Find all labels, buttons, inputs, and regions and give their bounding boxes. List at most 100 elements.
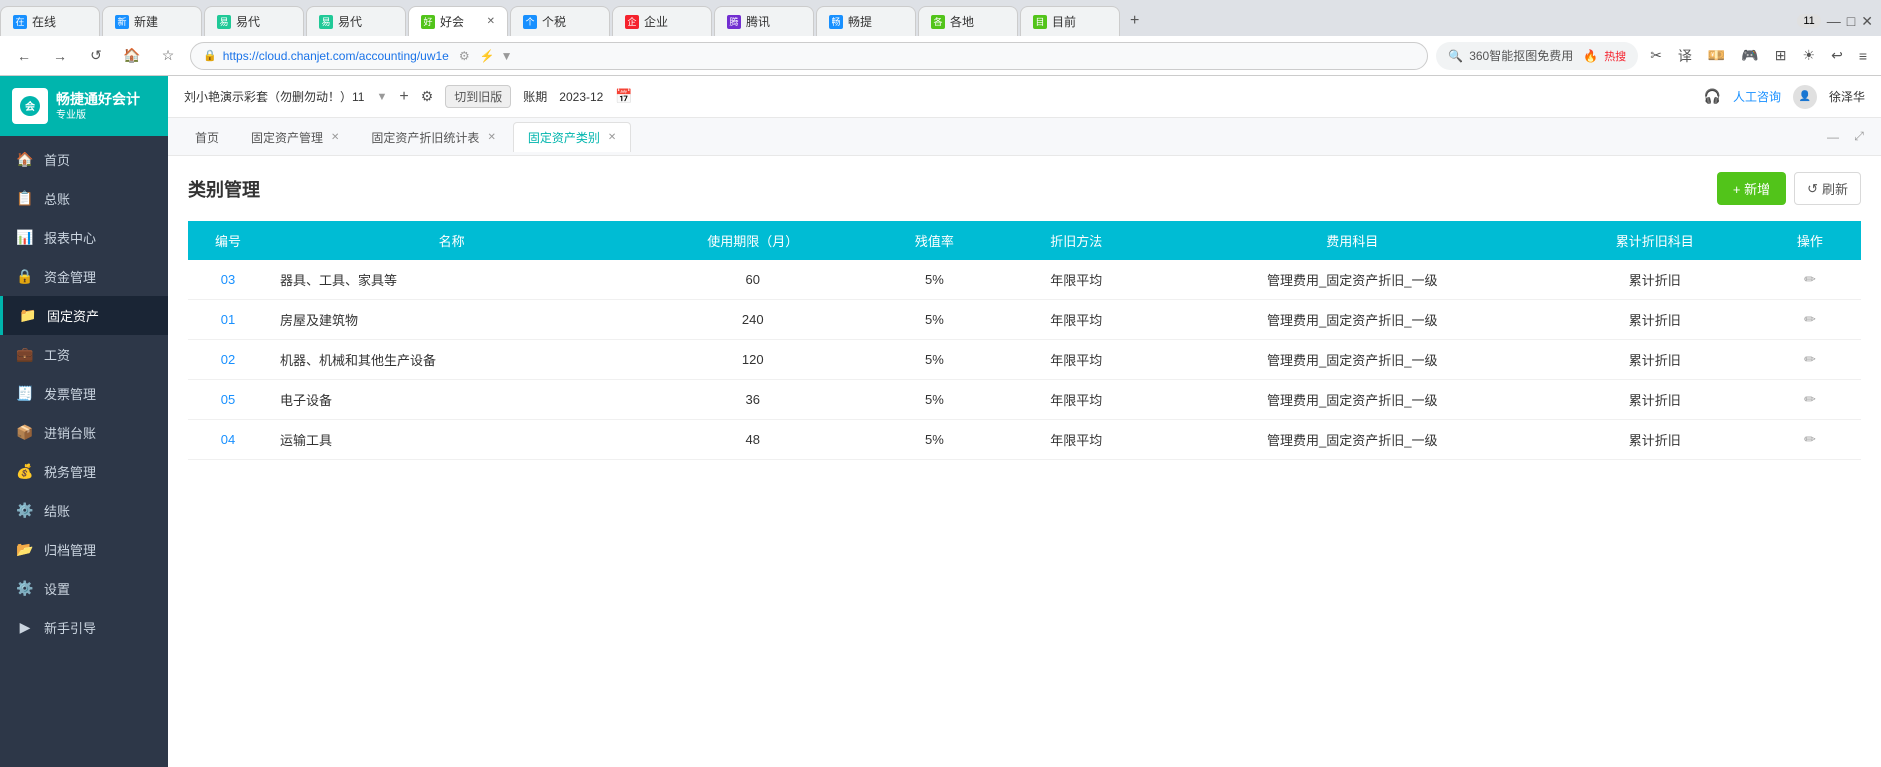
edit-icon-3[interactable]: ✏: [1804, 391, 1816, 407]
tab-favicon-11: 目: [1033, 15, 1047, 29]
window-close[interactable]: ✕: [1861, 13, 1873, 30]
tab-label-9: 畅提: [848, 13, 872, 30]
sidebar-item-fund[interactable]: 🔒 资金管理: [0, 257, 168, 296]
cell-name-3: 电子设备: [268, 380, 635, 420]
add-button[interactable]: + 新增: [1717, 172, 1786, 205]
edit-icon-2[interactable]: ✏: [1804, 351, 1816, 367]
cell-period-3: 36: [635, 380, 870, 420]
tab-favicon-4: 易: [319, 15, 333, 29]
window-maximize[interactable]: □: [1847, 13, 1855, 29]
new-tab-button[interactable]: +: [1122, 12, 1147, 30]
sidebar-item-report[interactable]: 📊 报表中心: [0, 218, 168, 257]
browser-tab-10[interactable]: 各 各地: [918, 6, 1018, 36]
tab-fixed-mgmt-label: 固定资产管理: [251, 129, 323, 146]
browser-tab-1[interactable]: 在 在线: [0, 6, 100, 36]
browser-tab-6[interactable]: 个 个税: [510, 6, 610, 36]
forward-button[interactable]: →: [46, 42, 74, 70]
edit-icon-0[interactable]: ✏: [1804, 271, 1816, 287]
service-label[interactable]: 人工咨询: [1733, 88, 1781, 105]
sidebar-item-inventory[interactable]: 📦 进销台账: [0, 413, 168, 452]
cell-accum-3: 累计折旧: [1551, 380, 1759, 420]
browser-tab-9[interactable]: 畅 畅提: [816, 6, 916, 36]
home-icon: 🏠: [16, 151, 34, 169]
undo-icon[interactable]: ↩: [1827, 45, 1847, 66]
sidebar: 会 畅捷通好会计 专业版 🏠 首页 📋 总账 📊 报表中心 🔒 资金管理: [0, 76, 168, 767]
minimize-icon[interactable]: —: [1823, 127, 1843, 147]
grid-icon[interactable]: ⊞: [1771, 45, 1791, 66]
calendar-icon[interactable]: 📅: [615, 88, 632, 105]
add-account-icon[interactable]: +: [399, 88, 408, 106]
tab-fixed-mgmt-close[interactable]: ✕: [331, 132, 339, 143]
tab-fixed-stat[interactable]: 固定资产折旧统计表 ✕: [356, 122, 510, 152]
tab-fixed-cat[interactable]: 固定资产类别 ✕: [513, 122, 631, 152]
refresh-button[interactable]: ↺ 刷新: [1794, 172, 1861, 205]
tab-fixed-mgmt[interactable]: 固定资产管理 ✕: [236, 122, 354, 152]
browser-tab-8[interactable]: 腾 腾讯: [714, 6, 814, 36]
browser-tab-11[interactable]: 目 目前: [1020, 6, 1120, 36]
brightness-icon[interactable]: ☀: [1799, 45, 1820, 66]
sidebar-label-ledger: 总账: [44, 189, 70, 208]
dropdown-icon[interactable]: ▼: [376, 91, 387, 103]
tax-icon: 💰: [16, 463, 34, 481]
cell-rate-3: 5%: [870, 380, 999, 420]
expand-icon[interactable]: ⤢: [1849, 127, 1869, 147]
game-icon[interactable]: 🎮: [1737, 45, 1762, 66]
sidebar-label-report: 报表中心: [44, 228, 96, 247]
settings-gear-icon[interactable]: ⚙: [421, 88, 434, 105]
bookmark-button[interactable]: ☆: [154, 42, 182, 70]
browser-tab-2[interactable]: 新 新建: [102, 6, 202, 36]
tab-favicon-9: 畅: [829, 15, 843, 29]
cell-name-4: 运输工具: [268, 420, 635, 460]
menu-icon[interactable]: ≡: [1855, 46, 1871, 66]
headset-icon: 🎧: [1704, 88, 1721, 105]
browser-tab-5[interactable]: 好 好会 ✕: [408, 6, 508, 36]
wallet-icon[interactable]: 💴: [1704, 45, 1729, 66]
sidebar-item-guide[interactable]: ▶ 新手引导: [0, 608, 168, 647]
cut-icon[interactable]: ✂: [1646, 45, 1666, 66]
tab-close-5[interactable]: ✕: [481, 16, 495, 27]
cell-code-3: 05: [188, 380, 268, 420]
cell-accum-4: 累计折旧: [1551, 420, 1759, 460]
reload-button[interactable]: ↺: [82, 42, 110, 70]
home-button[interactable]: 🏠: [118, 42, 146, 70]
sidebar-label-archive: 归档管理: [44, 540, 96, 559]
tab-fixed-cat-close[interactable]: ✕: [608, 132, 616, 143]
sidebar-item-closing[interactable]: ⚙️ 结账: [0, 491, 168, 530]
tab-home[interactable]: 首页: [180, 122, 234, 152]
search-bar[interactable]: 🔍 360智能抠图免费用 🔥 热搜: [1436, 42, 1638, 70]
sidebar-item-fixed-assets[interactable]: 📁 固定资产: [0, 296, 168, 335]
sidebar-item-tax[interactable]: 💰 税务管理: [0, 452, 168, 491]
tab-home-label: 首页: [195, 129, 219, 146]
window-minimize[interactable]: —: [1827, 13, 1841, 29]
tab-fixed-stat-label: 固定资产折旧统计表: [371, 129, 479, 146]
sidebar-item-settings[interactable]: ⚙️ 设置: [0, 569, 168, 608]
address-bar[interactable]: 🔒 https://cloud.chanjet.com/accounting/u…: [190, 42, 1428, 70]
browser-tabs: 在 在线 新 新建 易 易代 易 易代 好 好会 ✕ 个 个税 企 企业 腾: [0, 0, 1881, 36]
cell-code-4: 04: [188, 420, 268, 460]
cell-method-0: 年限平均: [999, 260, 1154, 300]
switch-version-button[interactable]: 切到旧版: [445, 85, 511, 108]
tab-favicon-6: 个: [523, 15, 537, 29]
tab-fixed-stat-close[interactable]: ✕: [487, 132, 495, 143]
col-code: 编号: [188, 221, 268, 260]
cell-expense-4: 管理费用_固定资产折旧_一级: [1154, 420, 1551, 460]
sidebar-item-ledger[interactable]: 📋 总账: [0, 179, 168, 218]
browser-tab-7[interactable]: 企 企业: [612, 6, 712, 36]
edit-icon-1[interactable]: ✏: [1804, 311, 1816, 327]
sidebar-item-invoice[interactable]: 🧾 发票管理: [0, 374, 168, 413]
header-user: 刘小艳演示彩套（勿删勿动！）11: [184, 88, 364, 105]
period-value: 2023-12: [559, 90, 603, 104]
back-button[interactable]: ←: [10, 42, 38, 70]
browser-tab-3[interactable]: 易 易代: [204, 6, 304, 36]
sidebar-label-closing: 结账: [44, 501, 70, 520]
table-row: 04 运输工具 48 5% 年限平均 管理费用_固定资产折旧_一级 累计折旧 ✏: [188, 420, 1861, 460]
table-header: 编号 名称 使用期限（月） 残值率 折旧方法 费用科目 累计折旧科目 操作: [188, 221, 1861, 260]
sidebar-item-salary[interactable]: 💼 工资: [0, 335, 168, 374]
sidebar-item-home[interactable]: 🏠 首页: [0, 140, 168, 179]
sidebar-item-archive[interactable]: 📂 归档管理: [0, 530, 168, 569]
browser-tab-4[interactable]: 易 易代: [306, 6, 406, 36]
edit-icon-4[interactable]: ✏: [1804, 431, 1816, 447]
translate-icon[interactable]: 译: [1674, 44, 1696, 68]
cell-action-4: ✏: [1759, 420, 1861, 460]
table-row: 02 机器、机械和其他生产设备 120 5% 年限平均 管理费用_固定资产折旧_…: [188, 340, 1861, 380]
